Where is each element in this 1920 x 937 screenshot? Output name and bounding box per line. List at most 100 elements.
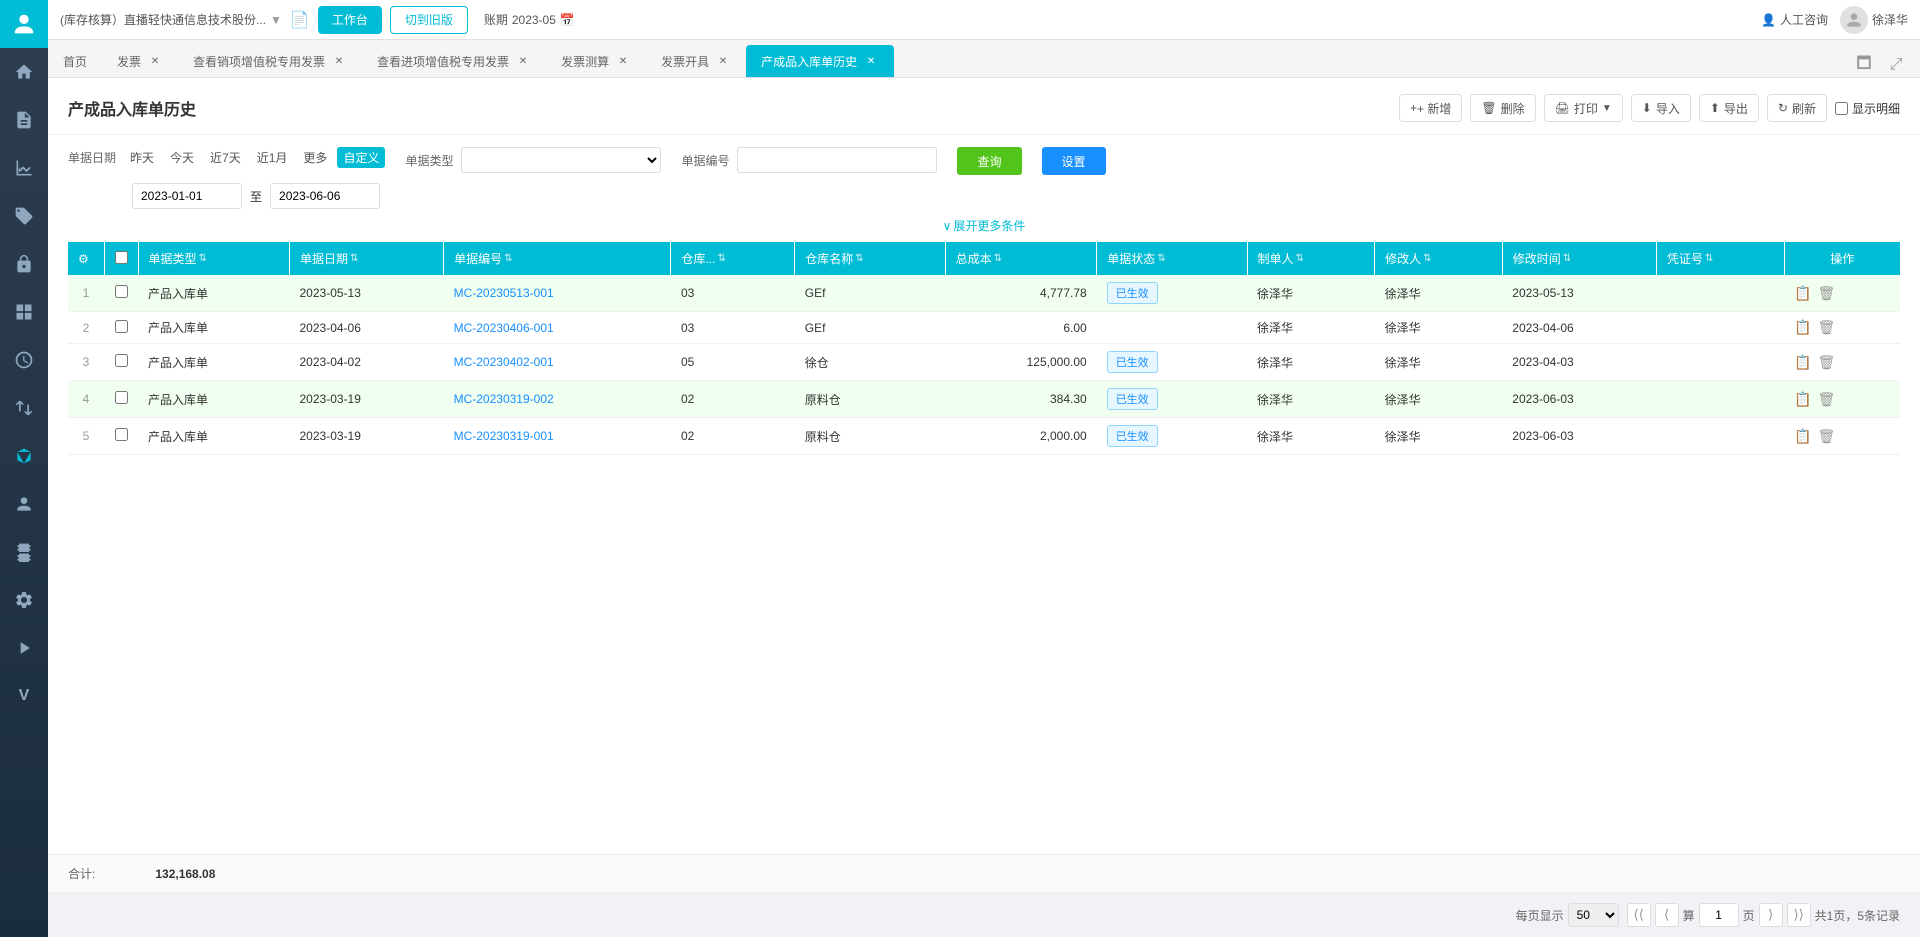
tab-home[interactable]: 首页 [48, 45, 102, 77]
per-page-select[interactable]: 50 10 20 100 [1568, 903, 1619, 927]
refresh-button[interactable]: ↻ 刷新 [1767, 94, 1827, 122]
new-button[interactable]: + + 新增 [1399, 94, 1462, 122]
type-select[interactable] [461, 147, 661, 173]
tab-check-sales-close[interactable]: ✕ [331, 54, 347, 70]
number-link[interactable]: MC-20230319-001 [454, 429, 554, 443]
reset-button[interactable]: 设置 [1042, 147, 1106, 175]
import-button[interactable]: ⬇ 导入 [1631, 94, 1691, 122]
row-checkbox[interactable] [115, 354, 128, 367]
sidebar-item-grid[interactable] [0, 288, 48, 336]
delete-button[interactable]: 🗑 删除 [1470, 94, 1535, 122]
tab-invoice[interactable]: 发票 ✕ [102, 45, 178, 77]
sidebar-item-settings2[interactable] [0, 576, 48, 624]
row-checkbox[interactable] [115, 320, 128, 333]
query-button[interactable]: 查询 [957, 147, 1021, 175]
date-to-input[interactable] [270, 183, 380, 209]
row-checkbox[interactable] [115, 285, 128, 298]
row-checkbox[interactable] [115, 391, 128, 404]
number-link[interactable]: MC-20230406-001 [454, 321, 554, 335]
tab-check-sales[interactable]: 查看销项增值税专用发票 ✕ [178, 45, 362, 77]
edit-icon[interactable]: 📋 [1794, 319, 1811, 336]
th-creator[interactable]: 制单人⇅ [1247, 242, 1375, 275]
sidebar-item-home[interactable] [0, 48, 48, 96]
th-warehouse-name[interactable]: 仓库名称⇅ [795, 242, 945, 275]
shortcut-1month[interactable]: 近1月 [251, 147, 294, 168]
sidebar-item-v[interactable]: V [0, 672, 48, 720]
pager-prev[interactable]: ⟨ [1655, 903, 1679, 927]
tab-invoice-open[interactable]: 发票开具 ✕ [646, 45, 746, 77]
th-type[interactable]: 单据类型⇅ [138, 242, 290, 275]
th-date[interactable]: 单据日期⇅ [290, 242, 444, 275]
th-voucher[interactable]: 凭证号⇅ [1656, 242, 1784, 275]
pager-next[interactable]: ⟩ [1759, 903, 1783, 927]
edit-icon[interactable]: 📋 [1794, 428, 1811, 445]
settings-icon[interactable]: ⚙ [78, 252, 89, 266]
pager-first[interactable]: ⟨⟨ [1627, 903, 1651, 927]
delete-row-icon[interactable]: 🗑 [1817, 354, 1835, 371]
pager-last[interactable]: ⟩⟩ [1787, 903, 1811, 927]
support-button[interactable]: 👤 人工咨询 [1761, 11, 1828, 28]
sidebar-item-play[interactable] [0, 624, 48, 672]
user-menu[interactable]: 徐泽华 [1840, 6, 1908, 34]
history-button[interactable]: 切到旧版 [390, 6, 468, 34]
sidebar-item-document[interactable] [0, 96, 48, 144]
tab-product-history-close[interactable]: ✕ [863, 54, 879, 70]
shortcut-yesterday[interactable]: 昨天 [124, 147, 160, 168]
shortcut-today[interactable]: 今天 [164, 147, 200, 168]
print-button[interactable]: 🖨 打印 ▼ [1544, 94, 1623, 122]
number-link[interactable]: MC-20230513-001 [454, 286, 554, 300]
tab-check-purchase[interactable]: 查看进项增值税专用发票 ✕ [362, 45, 546, 77]
edit-icon[interactable]: 📋 [1794, 354, 1811, 371]
sidebar-item-recycle[interactable] [0, 528, 48, 576]
expand-button[interactable]: ∨ 展开更多条件 [943, 217, 1026, 234]
show-detail-label[interactable]: 显示明细 [1835, 100, 1900, 117]
number-link[interactable]: MC-20230319-002 [454, 392, 554, 406]
sidebar-item-chart[interactable] [0, 144, 48, 192]
tab-invoice-calc[interactable]: 发票测算 ✕ [546, 45, 646, 77]
select-all-checkbox[interactable] [115, 251, 128, 264]
sidebar-item-box[interactable] [0, 432, 48, 480]
show-detail-checkbox[interactable] [1835, 102, 1848, 115]
th-number[interactable]: 单据编号⇅ [444, 242, 671, 275]
th-settings[interactable]: ⚙ [68, 242, 104, 275]
delete-row-icon[interactable]: 🗑 [1817, 319, 1835, 336]
tab-invoice-calc-close[interactable]: ✕ [615, 54, 631, 70]
tab-invoice-calc-label: 发票测算 [561, 53, 609, 70]
tab-invoice-open-close[interactable]: ✕ [715, 54, 731, 70]
delete-row-icon[interactable]: 🗑 [1817, 391, 1835, 408]
date-from-input[interactable] [132, 183, 242, 209]
delete-row-icon[interactable]: 🗑 [1817, 428, 1835, 445]
app-logo[interactable] [0, 0, 48, 48]
period-calendar-icon[interactable]: 📅 [560, 13, 575, 27]
window-minimize[interactable]: 🗖 [1852, 53, 1876, 77]
th-modify-time[interactable]: 修改时间⇅ [1502, 242, 1656, 275]
th-warehouse-code[interactable]: 仓库...⇅ [671, 242, 795, 275]
th-modifier[interactable]: 修改人⇅ [1375, 242, 1503, 275]
sidebar-item-person[interactable] [0, 480, 48, 528]
edit-icon[interactable]: 📋 [1794, 285, 1811, 302]
pager-input[interactable] [1699, 903, 1739, 927]
sidebar-item-lock[interactable] [0, 240, 48, 288]
edit-icon[interactable]: 📋 [1794, 391, 1811, 408]
workbench-button[interactable]: 工作台 [318, 6, 382, 34]
sidebar-item-tag[interactable] [0, 192, 48, 240]
window-maximize[interactable]: ⤢ [1884, 53, 1908, 77]
topbar-doc-icon[interactable]: 📄 [290, 10, 310, 30]
tab-check-purchase-close[interactable]: ✕ [515, 54, 531, 70]
company-selector[interactable]: (库存核算）直播轻快通信息技术股份... ▼ [60, 11, 282, 28]
tab-invoice-close[interactable]: ✕ [147, 54, 163, 70]
sidebar-item-clock[interactable] [0, 336, 48, 384]
th-total-cost[interactable]: 总成本⇅ [945, 242, 1097, 275]
shortcut-7days[interactable]: 近7天 [204, 147, 247, 168]
shortcut-more[interactable]: 更多 [297, 147, 333, 168]
shortcut-custom[interactable]: 自定义 [337, 147, 385, 168]
row-checkbox[interactable] [115, 428, 128, 441]
number-link[interactable]: MC-20230402-001 [454, 355, 554, 369]
th-status[interactable]: 单据状态⇅ [1097, 242, 1247, 275]
tab-product-history[interactable]: 产成品入库单历史 ✕ [746, 45, 894, 77]
sidebar-item-transfer[interactable] [0, 384, 48, 432]
delete-row-icon[interactable]: 🗑 [1817, 285, 1835, 302]
export-button[interactable]: ⬆ 导出 [1699, 94, 1759, 122]
company-dropdown-icon[interactable]: ▼ [270, 13, 282, 27]
number-input[interactable] [737, 147, 937, 173]
